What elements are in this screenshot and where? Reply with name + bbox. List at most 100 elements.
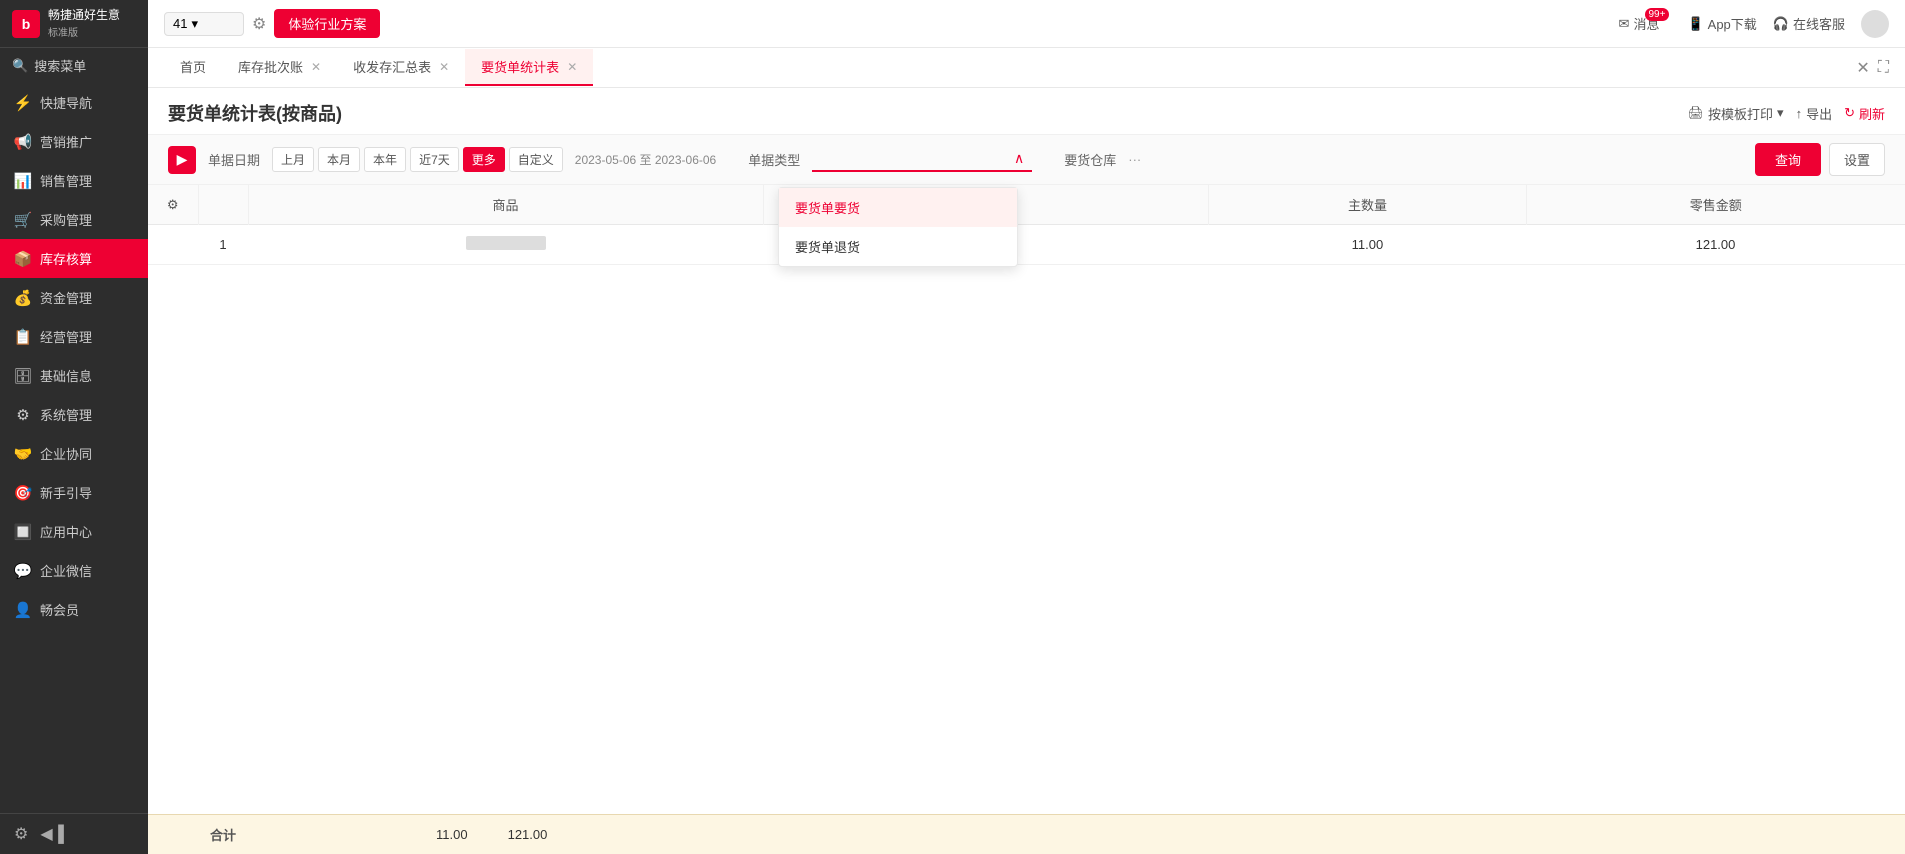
sidebar-item-quick-nav[interactable]: ⚡ 快捷导航 (0, 83, 148, 122)
sidebar: b 畅捷通好生意 标准版 🔍 搜索菜单 ⚡ 快捷导航 📢 营销推广 📊 销售管理… (0, 0, 148, 854)
sidebar-item-finance[interactable]: 💰 资金管理 (0, 278, 148, 317)
sidebar-item-inventory[interactable]: 📦 库存核算 (0, 239, 148, 278)
date-btn-this-year[interactable]: 本年 (364, 147, 406, 172)
tab-order-summary[interactable]: 要货单统计表 ✕ (465, 49, 593, 86)
tab-receive-summary-label: 收发存汇总表 (353, 57, 431, 76)
print-template-btn[interactable]: 🖨 按模板打印 ▾ (1688, 104, 1784, 123)
sidebar-item-system[interactable]: ⚙ 系统管理 (0, 395, 148, 434)
date-btn-this-month[interactable]: 本月 (318, 147, 360, 172)
inventory-icon: 📦 (14, 250, 32, 268)
expand-tabs-btn[interactable]: ⛶ (1878, 59, 1889, 77)
type-select-input[interactable] (820, 151, 1014, 166)
system-icon: ⚙ (14, 406, 32, 424)
tab-receive-summary-close[interactable]: ✕ (439, 60, 449, 74)
date-btn-last-month[interactable]: 上月 (272, 147, 314, 172)
marketing-icon: 📢 (14, 133, 32, 151)
sidebar-item-label: 新手引导 (40, 483, 92, 502)
type-select-arrow[interactable]: ∧ (1014, 150, 1024, 167)
query-button[interactable]: 查询 (1755, 143, 1821, 176)
table-header-row: ⚙ 商品 主计量单位 主数量 零售金额 (148, 185, 1905, 225)
sidebar-item-enterprise[interactable]: 🤝 企业协同 (0, 434, 148, 473)
tab-inventory-batch[interactable]: 库存批次账 ✕ (222, 49, 337, 86)
data-table: ⚙ 商品 主计量单位 主数量 零售金额 1 (148, 185, 1905, 265)
member-icon: 👤 (14, 601, 32, 619)
app-download-btn[interactable]: 📱 App下载 (1687, 14, 1756, 33)
footer-total-label: 合计 (210, 825, 236, 844)
close-all-tabs-btn[interactable]: ✕ (1856, 58, 1869, 78)
messages-btn[interactable]: ✉ 消息 99+ (1619, 14, 1660, 33)
dropdown-item-order-goods[interactable]: 要货单要货 (779, 188, 1017, 227)
guide-icon: 🎯 (14, 484, 32, 502)
app-logo-icon: b (12, 10, 40, 38)
col-header-amount: 零售金额 (1526, 185, 1905, 225)
sidebar-item-label: 应用中心 (40, 522, 92, 541)
wechat-icon: 💬 (14, 562, 32, 580)
sidebar-item-operation[interactable]: 📋 经营管理 (0, 317, 148, 356)
sidebar-collapse-btn[interactable]: ◀▐ (40, 824, 64, 844)
date-range-btns: 上月 本月 本年 近7天 更多 自定义 (272, 147, 563, 172)
warehouse-dots-btn[interactable]: ··· (1128, 152, 1141, 167)
sidebar-item-base[interactable]: 🗄 基础信息 (0, 356, 148, 395)
date-btn-more[interactable]: 更多 (463, 147, 505, 172)
sidebar-item-label: 经营管理 (40, 327, 92, 346)
sidebar-search-label: 搜索菜单 (34, 56, 86, 75)
sidebar-item-label: 采购管理 (40, 210, 92, 229)
message-icon: ✉ (1619, 16, 1630, 32)
tabbar: 首页 库存批次账 ✕ 收发存汇总表 ✕ 要货单统计表 ✕ ✕ ⛶ (148, 48, 1905, 88)
sidebar-item-marketing[interactable]: 📢 营销推广 (0, 122, 148, 161)
sidebar-logo: b 畅捷通好生意 标准版 (0, 0, 148, 48)
topbar-settings-icon[interactable]: ⚙ (252, 14, 266, 34)
tab-home[interactable]: 首页 (164, 49, 222, 86)
row-amount-cell: 121.00 (1526, 225, 1905, 265)
type-select-container[interactable]: ∧ (812, 147, 1032, 172)
table-container: ⚙ 商品 主计量单位 主数量 零售金额 1 (148, 185, 1905, 814)
sidebar-item-wechat[interactable]: 💬 企业微信 (0, 551, 148, 590)
export-btn[interactable]: ↑ 导出 (1796, 104, 1833, 123)
row-settings-cell (148, 225, 198, 265)
tab-receive-summary[interactable]: 收发存汇总表 ✕ (337, 49, 465, 86)
chevron-down-icon: ▾ (191, 16, 198, 32)
dropdown-item-order-return[interactable]: 要货单退货 (779, 227, 1017, 266)
sidebar-item-purchase[interactable]: 🛒 采购管理 (0, 200, 148, 239)
refresh-label: 刷新 (1859, 104, 1885, 123)
col-header-settings[interactable]: ⚙ (148, 185, 198, 225)
online-service-btn[interactable]: 🎧 在线客服 (1773, 14, 1845, 33)
topbar: 41 ▾ ⚙ 体验行业方案 ✉ 消息 99+ 📱 App下载 🎧 在线客服 (148, 0, 1905, 48)
sidebar-item-label: 基础信息 (40, 366, 92, 385)
filter-settings-button[interactable]: 设置 (1829, 143, 1885, 176)
enterprise-icon: 🤝 (14, 445, 32, 463)
sidebar-item-label: 营销推广 (40, 132, 92, 151)
tab-inventory-batch-close[interactable]: ✕ (311, 60, 321, 74)
sidebar-item-sales[interactable]: 📊 销售管理 (0, 161, 148, 200)
warehouse-label: 要货仓库 (1064, 150, 1116, 169)
sales-icon: 📊 (14, 172, 32, 190)
date-btn-last-7-days[interactable]: 近7天 (410, 147, 459, 172)
tab-order-summary-close[interactable]: ✕ (567, 60, 577, 74)
app-download-label: App下载 (1708, 14, 1757, 33)
company-selector[interactable]: 41 ▾ (164, 12, 244, 36)
page-header: 要货单统计表(按商品) 🖨 按模板打印 ▾ ↑ 导出 ↻ 刷新 (148, 88, 1905, 134)
topbar-right: ✉ 消息 99+ 📱 App下载 🎧 在线客服 (1619, 10, 1889, 38)
col-header-quantity: 主数量 (1209, 185, 1526, 225)
col-header-product: 商品 (248, 185, 763, 225)
main-content: 41 ▾ ⚙ 体验行业方案 ✉ 消息 99+ 📱 App下载 🎧 在线客服 (148, 0, 1905, 854)
sidebar-search[interactable]: 🔍 搜索菜单 (0, 48, 148, 83)
sidebar-item-member[interactable]: 👤 畅会员 (0, 590, 148, 629)
user-avatar[interactable] (1861, 10, 1889, 38)
sidebar-item-apps[interactable]: 🔲 应用中心 (0, 512, 148, 551)
refresh-btn[interactable]: ↻ 刷新 (1844, 104, 1885, 123)
filter-expand-btn[interactable]: ▶ (168, 146, 196, 174)
date-range-display: 2023-05-06 至 2023-06-06 (575, 151, 716, 168)
sidebar-item-guide[interactable]: 🎯 新手引导 (0, 473, 148, 512)
print-template-label: 按模板打印 (1708, 104, 1773, 123)
sidebar-settings-btn[interactable]: ⚙ (14, 824, 28, 844)
date-btn-custom[interactable]: 自定义 (509, 147, 563, 172)
product-blurred-text (466, 236, 546, 250)
page-header-actions: 🖨 按模板打印 ▾ ↑ 导出 ↻ 刷新 (1688, 104, 1886, 123)
chevron-down-icon: ▾ (1777, 105, 1784, 121)
page-title: 要货单统计表(按商品) (168, 100, 342, 126)
trial-industry-button[interactable]: 体验行业方案 (274, 9, 380, 38)
tab-order-summary-label: 要货单统计表 (481, 57, 559, 76)
sidebar-bottom: ⚙ ◀▐ (0, 813, 148, 854)
finance-icon: 💰 (14, 289, 32, 307)
